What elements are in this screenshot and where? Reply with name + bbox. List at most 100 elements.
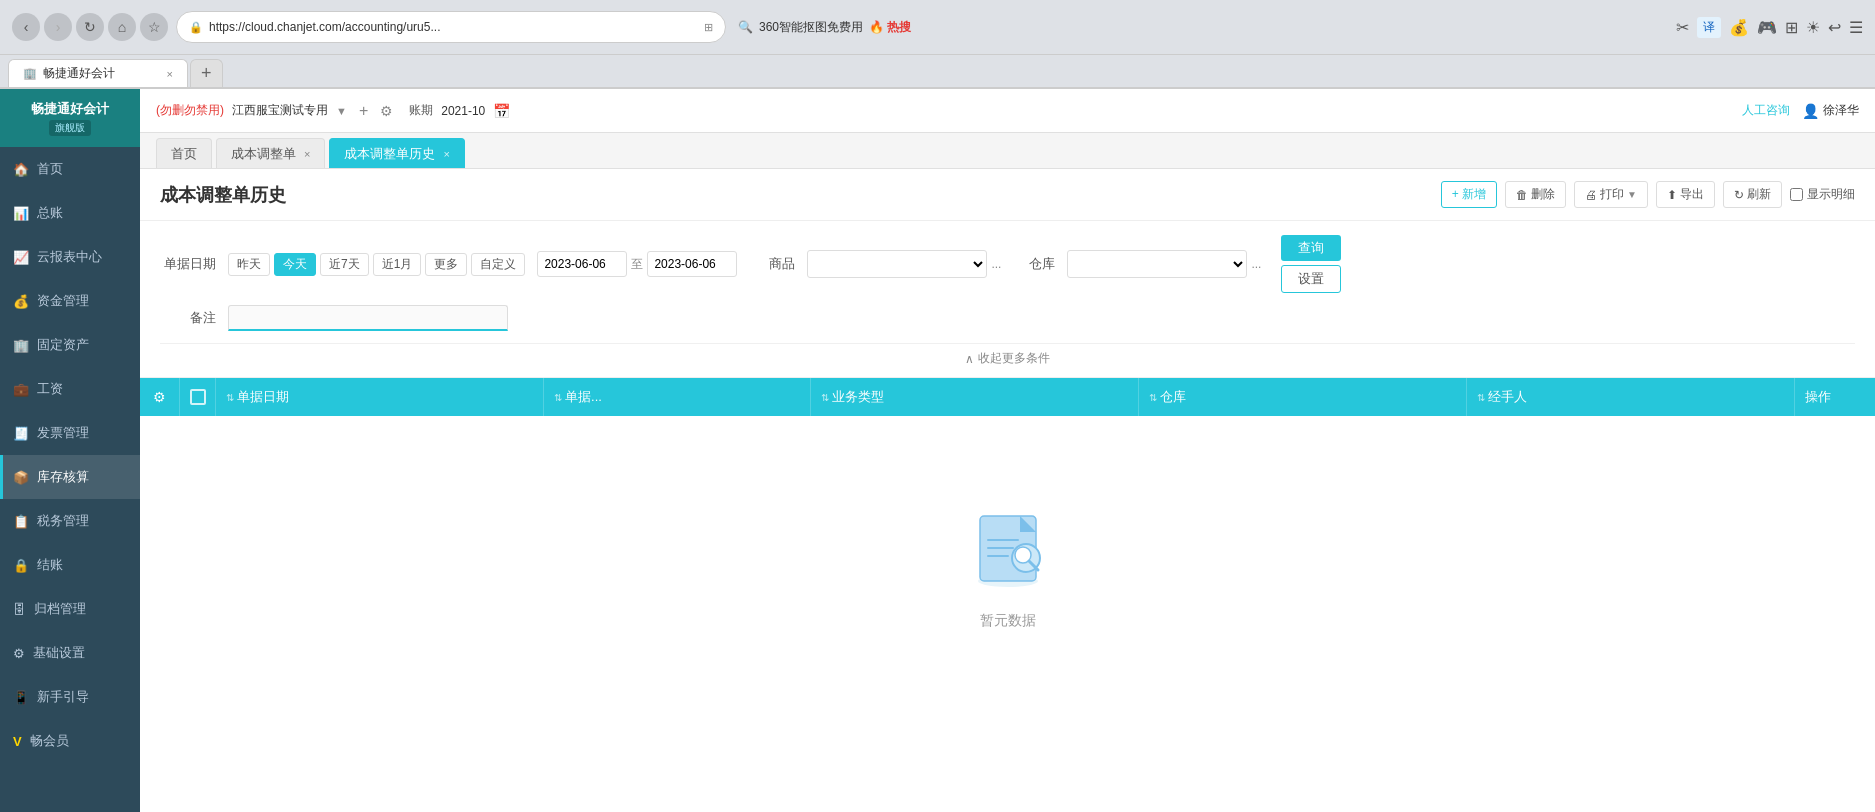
query-button[interactable]: 查询 [1281,235,1341,261]
main-content: (勿删勿禁用) 江西服宝测试专用 ▼ + ⚙ 账期 2021-10 📅 人工咨询… [140,89,1875,812]
add-company-btn[interactable]: + [355,102,372,120]
home-button[interactable]: ⌂ [108,13,136,41]
date-btn-more[interactable]: 更多 [425,253,467,276]
browser-tab-close[interactable]: × [167,68,173,80]
product-select[interactable] [807,250,987,278]
browser-chrome: ‹ › ↻ ⌂ ☆ 🔒 https://cloud.chanjet.com/ac… [0,0,1875,55]
coin-icon[interactable]: 💰 [1729,18,1749,37]
back-button[interactable]: ‹ [12,13,40,41]
sidebar-item-vip[interactable]: V 畅会员 [0,719,140,763]
user-profile[interactable]: 👤 徐泽华 [1802,102,1859,119]
grid-icon[interactable]: ⊞ [1785,18,1798,37]
forward-button[interactable]: › [44,13,72,41]
user-name: 徐泽华 [1823,102,1859,119]
sidebar-item-settings[interactable]: ⚙ 基础设置 [0,631,140,675]
game-icon[interactable]: 🎮 [1757,18,1777,37]
collapse-icon: ∧ [965,352,974,366]
guide-icon: 📱 [13,690,29,705]
print-button[interactable]: 🖨 打印 ▼ [1574,181,1648,208]
show-cols-checkbox[interactable] [1790,188,1803,201]
refresh-button[interactable]: ↻ 刷新 [1723,181,1782,208]
warehouse-more-btn[interactable]: ... [1251,257,1261,271]
notes-label: 备注 [160,309,216,327]
service-btn[interactable]: 人工咨询 [1742,102,1790,119]
company-settings-icon[interactable]: ⚙ [380,103,393,119]
sidebar-item-archive[interactable]: 🗄 归档管理 [0,587,140,631]
product-more-btn[interactable]: ... [991,257,1001,271]
select-all-checkbox[interactable] [190,389,206,405]
sidebar-item-tax[interactable]: 📋 税务管理 [0,499,140,543]
inventory-icon: 📦 [13,470,29,485]
settings-filter-button[interactable]: 设置 [1281,265,1341,293]
export-button[interactable]: ⬆ 导出 [1656,181,1715,208]
date-to-input[interactable] [647,251,737,277]
browser-extra-tools: 🔍 360智能抠图免费用 🔥 热搜 [738,19,911,36]
assets-icon: 🏢 [13,338,29,353]
reload-button[interactable]: ↻ [76,13,104,41]
sidebar-item-invoice[interactable]: 🧾 发票管理 [0,411,140,455]
top-bar: (勿删勿禁用) 江西服宝测试专用 ▼ + ⚙ 账期 2021-10 📅 人工咨询… [140,89,1875,133]
date-filter-label: 单据日期 [160,255,216,273]
query-buttons: 查询 设置 [1281,235,1341,293]
table-settings-icon: ⚙ [153,389,166,405]
sidebar-logo: 畅捷通好会计 旗舰版 [0,89,140,147]
calendar-icon[interactable]: 📅 [493,103,510,119]
search-text: 🔍 [738,20,753,34]
top-bar-right: 人工咨询 👤 徐泽华 [1742,102,1859,119]
company-dropdown-icon[interactable]: ▼ [336,105,347,117]
date-btn-today[interactable]: 今天 [274,253,316,276]
star-button[interactable]: ☆ [140,13,168,41]
warehouse-select[interactable] [1067,250,1247,278]
delete-button[interactable]: 🗑 删除 [1505,181,1566,208]
sidebar-item-inventory[interactable]: 📦 库存核算 [0,455,140,499]
add-button[interactable]: + 新增 [1441,181,1497,208]
print-dropdown-icon: ▼ [1627,189,1637,200]
tab-cost-adjust[interactable]: 成本调整单 × [216,138,325,168]
svg-point-10 [1019,551,1023,555]
sidebar-item-salary[interactable]: 💼 工资 [0,367,140,411]
search-label[interactable]: 360智能抠图免费用 [759,19,863,36]
th-sort-docnum: ⇅ [554,392,562,403]
browser-tab-label: 畅捷通好会计 [43,65,115,82]
warehouse-filter-label: 仓库 [1029,255,1055,273]
address-expand-icon: ⊞ [704,21,713,34]
print-icon: 🖨 [1585,188,1597,202]
empty-state: 暂元数据 [140,416,1875,710]
date-btn-yesterday[interactable]: 昨天 [228,253,270,276]
user-avatar-icon: 👤 [1802,103,1819,119]
notes-input[interactable] [228,305,508,331]
browser-tab-favicon: 🏢 [23,67,37,80]
date-btn-custom[interactable]: 自定义 [471,253,525,276]
undo-icon[interactable]: ↩ [1828,18,1841,37]
tab-home[interactable]: 首页 [156,138,212,168]
sidebar: 畅捷通好会计 旗舰版 🏠 首页 📊 总账 📈 云报表中心 💰 资金管理 🏢 [0,89,140,812]
sidebar-item-home[interactable]: 🏠 首页 [0,147,140,191]
date-btn-1month[interactable]: 近1月 [373,253,422,276]
delete-icon: 🗑 [1516,188,1528,202]
sidebar-item-ledger[interactable]: 📊 总账 [0,191,140,235]
sidebar-item-funds[interactable]: 💰 资金管理 [0,279,140,323]
brightness-icon[interactable]: ☀ [1806,18,1820,37]
new-tab-button[interactable]: + [190,59,223,87]
table-select-all[interactable] [180,378,216,416]
translate-btn[interactable]: 译 [1697,17,1721,38]
menu-icon[interactable]: ☰ [1849,18,1863,37]
app-tab-bar: 首页 成本调整单 × 成本调整单历史 × [140,133,1875,169]
sidebar-item-guide[interactable]: 📱 新手引导 [0,675,140,719]
address-bar[interactable]: 🔒 https://cloud.chanjet.com/accounting/u… [176,11,726,43]
browser-tab-active[interactable]: 🏢 畅捷通好会计 × [8,59,188,87]
page-title: 成本调整单历史 [160,183,286,207]
company-name: 江西服宝测试专用 [232,102,328,119]
date-from-input[interactable] [537,251,627,277]
sidebar-item-reports[interactable]: 📈 云报表中心 [0,235,140,279]
sidebar-item-close[interactable]: 🔒 结账 [0,543,140,587]
tab-cost-adjust-close[interactable]: × [304,148,310,160]
tab-cost-history-close[interactable]: × [443,148,449,160]
table-settings-btn[interactable]: ⚙ [140,378,180,416]
date-btn-7days[interactable]: 近7天 [320,253,369,276]
tab-cost-history[interactable]: 成本调整单历史 × [329,138,464,168]
sidebar-item-assets[interactable]: 🏢 固定资产 [0,323,140,367]
scissors-icon[interactable]: ✂ [1676,18,1689,37]
collapse-btn[interactable]: ∧ 收起更多条件 [160,343,1855,377]
empty-text: 暂元数据 [980,612,1036,630]
